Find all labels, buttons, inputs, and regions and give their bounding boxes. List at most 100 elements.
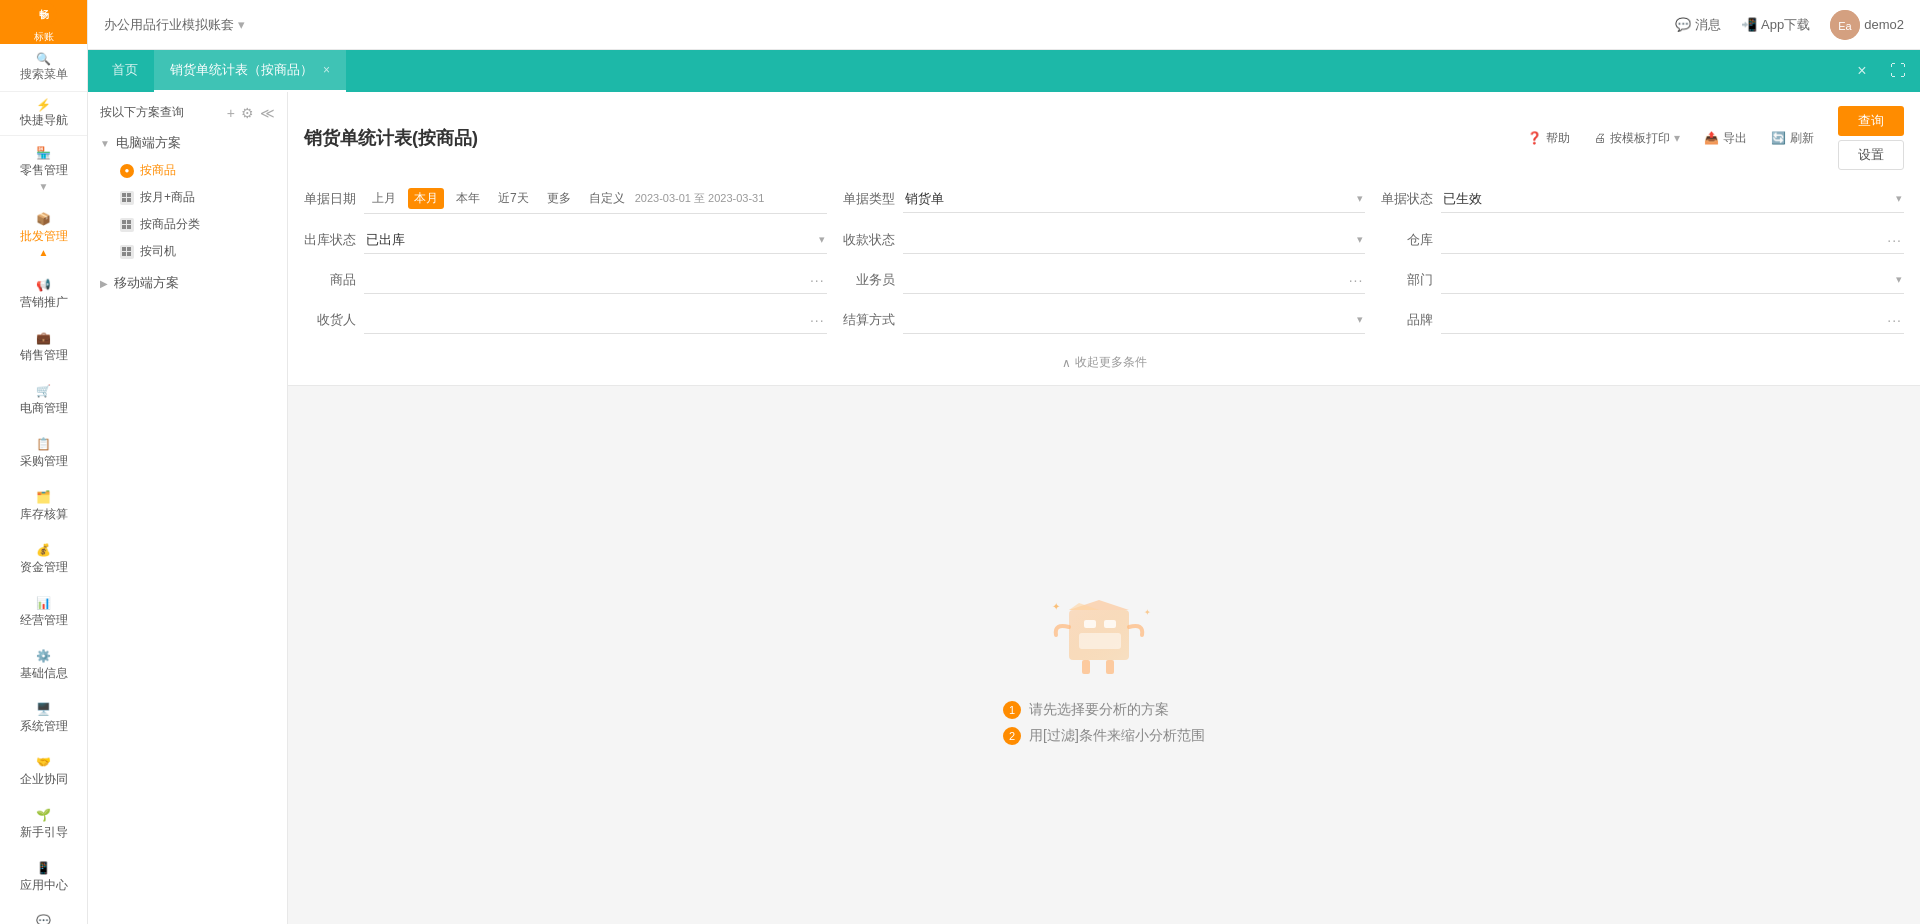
- sidebar-item-appcenter[interactable]: 📱 应用中心: [0, 851, 87, 904]
- sidebar-item-marketing[interactable]: 📢 营销推广: [0, 268, 87, 321]
- sidebar-item-basic[interactable]: ⚙️ 基础信息: [0, 639, 87, 692]
- tree-child-driver[interactable]: 按司机: [96, 238, 279, 265]
- doc-type-value: 销货单: [905, 190, 1354, 208]
- panel-add-btn[interactable]: +: [227, 105, 235, 121]
- goods-dots[interactable]: ···: [810, 272, 825, 288]
- receiver-control[interactable]: ···: [364, 306, 827, 334]
- print-btn[interactable]: 🖨 按模板打印 ▾: [1586, 126, 1688, 151]
- logo[interactable]: 畅 标账: [0, 0, 87, 44]
- avatar: Ea: [1830, 10, 1860, 40]
- sidebar-item-weixin[interactable]: 💬 企业微信: [0, 904, 87, 924]
- doc-status-label: 单据状态: [1381, 190, 1433, 208]
- doc-type-dropdown[interactable]: ▾: [1357, 192, 1363, 205]
- dept-dropdown[interactable]: ▾: [1896, 273, 1902, 286]
- svg-rect-18: [1104, 620, 1116, 628]
- sidebar-item-finance[interactable]: 💰 资金管理: [0, 533, 87, 586]
- tab-bar: 首页 销货单统计表（按商品） × × ⛶: [88, 50, 1920, 92]
- collect-status-control[interactable]: ▾: [903, 226, 1366, 254]
- filter-doc-status: 单据状态 已生效 ▾: [1381, 185, 1904, 213]
- svg-rect-11: [127, 225, 131, 229]
- tip-text-2: 用[过滤]条件来缩小分析范围: [1029, 727, 1205, 745]
- warehouse-dots[interactable]: ···: [1887, 232, 1902, 248]
- sidebar-item-enterprise[interactable]: 🤝 企业协同: [0, 745, 87, 798]
- date-btn-7days[interactable]: 近7天: [492, 188, 535, 209]
- sidebar-item-system[interactable]: 🖥️ 系统管理: [0, 692, 87, 745]
- receiver-label: 收货人: [304, 311, 356, 329]
- out-status-dropdown[interactable]: ▾: [819, 233, 825, 246]
- goods-category-label: 按商品分类: [140, 216, 200, 233]
- out-status-label: 出库状态: [304, 231, 356, 249]
- sidebar-item-retail[interactable]: 🏪 零售管理 ▼: [0, 136, 87, 202]
- tree-parent-desktop[interactable]: ▼ 电脑端方案: [96, 129, 279, 157]
- date-btn-this-year[interactable]: 本年: [450, 188, 486, 209]
- collect-status-dropdown[interactable]: ▾: [1357, 233, 1363, 246]
- date-btn-custom[interactable]: 自定义: [583, 188, 631, 209]
- doc-status-control[interactable]: 已生效 ▾: [1441, 185, 1904, 213]
- payment-dropdown[interactable]: ▾: [1357, 313, 1363, 326]
- empty-state: ✦ ✦ 1 请先选择要分析的方案 2 用[过滤]条件来缩小分析范围: [288, 386, 1920, 924]
- settings-button[interactable]: 设置: [1838, 140, 1904, 170]
- help-btn[interactable]: ❓ 帮助: [1519, 126, 1578, 151]
- tab-close-btn[interactable]: ×: [323, 63, 330, 77]
- brand-label: 品牌: [1381, 311, 1433, 329]
- query-button[interactable]: 查询: [1838, 106, 1904, 136]
- goods-control[interactable]: ···: [364, 266, 827, 294]
- sidebar-item-purchase[interactable]: 📋 采购管理: [0, 427, 87, 480]
- app-download-btn[interactable]: 📲 App下载: [1741, 16, 1810, 34]
- tip-num-1: 1: [1003, 701, 1021, 719]
- date-range: 2023-03-01 至 2023-03-31: [635, 191, 765, 206]
- tab-home[interactable]: 首页: [96, 50, 154, 92]
- sidebar-search[interactable]: 🔍 搜索菜单: [0, 44, 87, 92]
- date-label: 单据日期: [304, 190, 356, 208]
- sidebar-item-sales[interactable]: 💼 销售管理: [0, 321, 87, 374]
- collapse-row[interactable]: ∧ 收起更多条件: [304, 346, 1904, 371]
- tab-active[interactable]: 销货单统计表（按商品） ×: [154, 50, 346, 92]
- empty-tips: 1 请先选择要分析的方案 2 用[过滤]条件来缩小分析范围: [1003, 701, 1205, 745]
- collect-status-label: 收款状态: [843, 231, 895, 249]
- doc-status-dropdown[interactable]: ▾: [1896, 192, 1902, 205]
- filter-warehouse: 仓库 ···: [1381, 226, 1904, 254]
- date-btn-more[interactable]: 更多: [541, 188, 577, 209]
- title-dropdown-icon[interactable]: ▾: [238, 17, 245, 32]
- salesman-control[interactable]: ···: [903, 266, 1366, 294]
- message-btn[interactable]: 💬 消息: [1675, 16, 1721, 34]
- refresh-btn[interactable]: 🔄 刷新: [1763, 126, 1822, 151]
- date-btn-this-month[interactable]: 本月: [408, 188, 444, 209]
- panel-settings-btn[interactable]: ⚙: [241, 105, 254, 121]
- tab-minimize-btn[interactable]: ×: [1848, 57, 1876, 85]
- brand-dots[interactable]: ···: [1887, 312, 1902, 328]
- sidebar-item-operation[interactable]: 📊 经营管理: [0, 586, 87, 639]
- panel-collapse-btn[interactable]: ≪: [260, 105, 275, 121]
- user-menu[interactable]: Ea demo2: [1830, 10, 1904, 40]
- tree-child-by-goods[interactable]: ● 按商品: [96, 157, 279, 184]
- tree-parent-mobile[interactable]: ▶ 移动端方案: [96, 269, 279, 297]
- tree-child-goods-category[interactable]: 按商品分类: [96, 211, 279, 238]
- month-goods-icon: [120, 191, 134, 205]
- empty-illustration: ✦ ✦: [1044, 565, 1164, 685]
- receiver-dots[interactable]: ···: [810, 312, 825, 328]
- warehouse-control[interactable]: ···: [1441, 226, 1904, 254]
- right-panel: 销货单统计表(按商品) ❓ 帮助 🖨 按模板打印 ▾ 📤: [288, 92, 1920, 924]
- sidebar-item-newbie[interactable]: 🌱 新手引导: [0, 798, 87, 851]
- svg-rect-4: [122, 193, 126, 197]
- dept-control[interactable]: ▾: [1441, 266, 1904, 294]
- tree-child-month-goods[interactable]: 按月+商品: [96, 184, 279, 211]
- date-btn-last-month[interactable]: 上月: [366, 188, 402, 209]
- brand-control[interactable]: ···: [1441, 306, 1904, 334]
- svg-text:✦: ✦: [1144, 608, 1151, 617]
- tip-text-1: 请先选择要分析的方案: [1029, 701, 1169, 719]
- sidebar-item-ecommerce[interactable]: 🛒 电商管理: [0, 374, 87, 427]
- out-status-control[interactable]: 已出库 ▾: [364, 226, 827, 254]
- payment-control[interactable]: ▾: [903, 306, 1366, 334]
- tree-mobile-label: 移动端方案: [114, 274, 179, 292]
- sidebar-item-inventory[interactable]: 🗂️ 库存核算: [0, 480, 87, 533]
- top-header: 办公用品行业模拟账套 ▾ 💬 消息 📲 App下载 Ea demo2: [88, 0, 1920, 50]
- filter-salesman: 业务员 ···: [843, 266, 1366, 294]
- salesman-dots[interactable]: ···: [1349, 272, 1364, 288]
- sidebar-quick-nav[interactable]: ⚡ 快捷导航: [0, 92, 87, 136]
- export-btn[interactable]: 📤 导出: [1696, 126, 1755, 151]
- sidebar-item-wholesale[interactable]: 📦 批发管理 ▲: [0, 202, 87, 268]
- svg-rect-20: [1082, 660, 1090, 674]
- tab-maximize-btn[interactable]: ⛶: [1884, 57, 1912, 85]
- doc-type-control[interactable]: 销货单 ▾: [903, 185, 1366, 213]
